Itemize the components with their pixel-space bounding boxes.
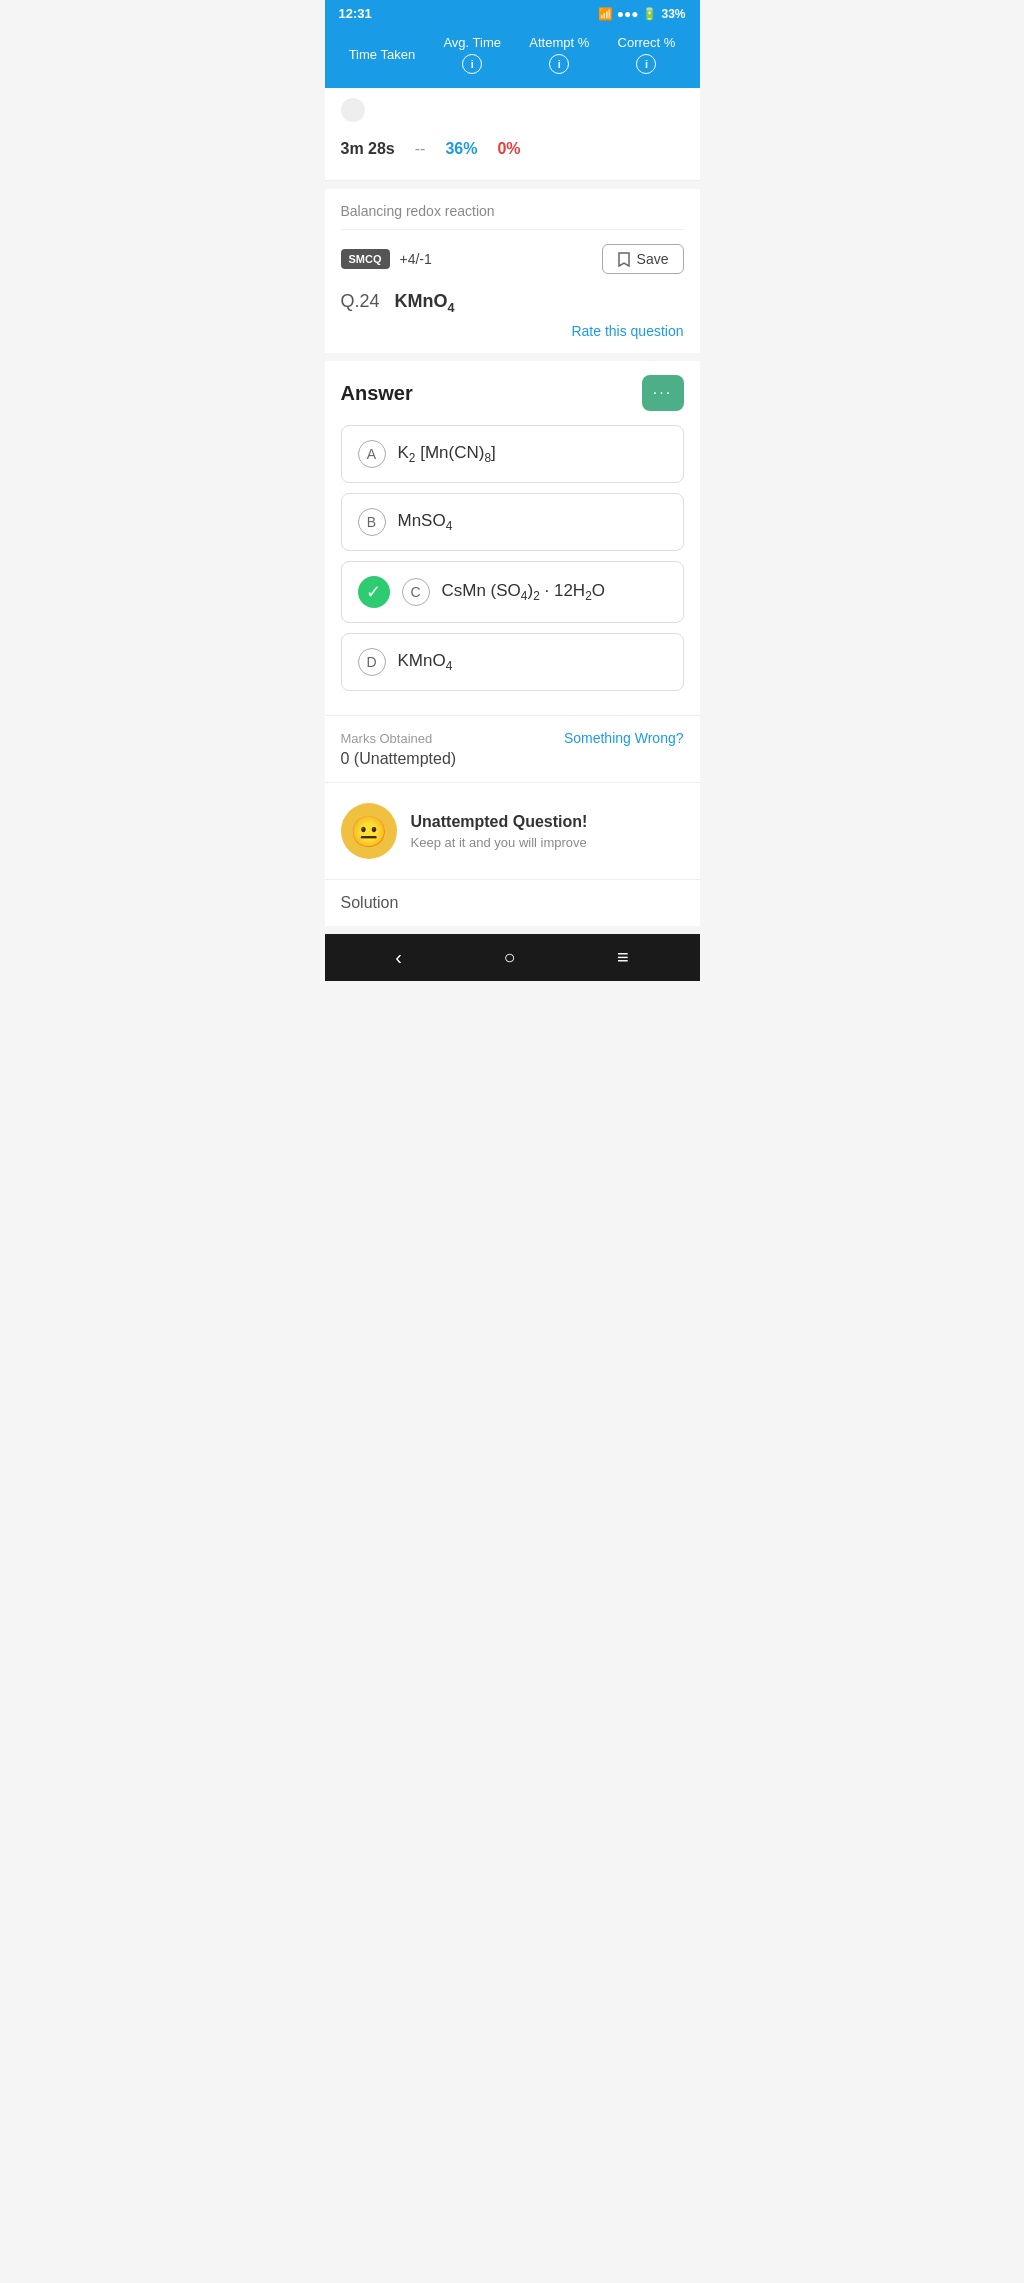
nav-menu-button[interactable]: ≡: [617, 946, 629, 969]
option-d-text: KMnO4: [398, 651, 453, 673]
marks-row: Marks Obtained Something Wrong?: [341, 730, 684, 746]
smcq-badge: SMCQ: [341, 249, 390, 269]
unattempted-title: Unattempted Question!: [411, 813, 588, 831]
nav-home-button[interactable]: ○: [503, 946, 515, 969]
rate-question-link[interactable]: Rate this question: [341, 323, 684, 339]
header-attempt: Attempt % i: [529, 35, 589, 74]
avg-time-label: Avg. Time: [443, 35, 501, 50]
unattempted-subtitle: Keep at it and you will improve: [411, 835, 588, 850]
topic-label: Balancing redox reaction: [341, 203, 684, 230]
solution-label: Solution: [341, 894, 399, 911]
option-c-circle: C: [402, 578, 430, 606]
question-text: Q.24 KMnO4: [341, 288, 684, 317]
marks-section: Marks Obtained Something Wrong? 0 (Unatt…: [325, 715, 700, 782]
signal-icon: ●●●: [617, 7, 639, 21]
option-b[interactable]: B MnSO4: [341, 493, 684, 551]
stats-row-card: 3m 28s -- 36% 0%: [325, 122, 700, 181]
header-avg-time: Avg. Time i: [443, 35, 501, 74]
bookmark-icon: [617, 251, 631, 267]
header-correct: Correct % i: [618, 35, 676, 74]
correct-check-icon: ✓: [358, 576, 390, 608]
nav-bar: ‹ ○ ≡: [325, 934, 700, 981]
battery-percent: 33%: [661, 7, 685, 21]
question-meta-left: SMCQ +4/-1: [341, 249, 432, 269]
option-b-text: MnSO4: [398, 511, 453, 533]
status-icons: 📶 ●●● 🔋 33%: [598, 7, 686, 21]
attempt-label: Attempt %: [529, 35, 589, 50]
correct-info[interactable]: i: [636, 54, 656, 74]
option-d[interactable]: D KMnO4: [341, 633, 684, 691]
unattempted-text: Unattempted Question! Keep at it and you…: [411, 813, 588, 850]
answer-section: Answer ··· A K2 [Mn(CN)8] B MnSO4 ✓ C Cs…: [325, 361, 700, 715]
option-b-circle: B: [358, 508, 386, 536]
stat-avg-value: --: [415, 140, 426, 158]
question-number: Q.24: [341, 291, 380, 311]
status-time: 12:31: [339, 6, 372, 21]
more-options-button[interactable]: ···: [642, 375, 684, 411]
something-wrong-link[interactable]: Something Wrong?: [564, 730, 684, 746]
question-section: Balancing redox reaction SMCQ +4/-1 Save…: [325, 189, 700, 353]
stat-attempt-value: 36%: [445, 140, 477, 158]
avg-time-info[interactable]: i: [462, 54, 482, 74]
time-taken-label: Time Taken: [349, 47, 415, 62]
option-c[interactable]: ✓ C CsMn (SO4)2 · 12H2O: [341, 561, 684, 623]
battery-icon: 🔋: [642, 7, 657, 21]
answer-title: Answer: [341, 382, 413, 405]
correct-label: Correct %: [618, 35, 676, 50]
status-bar: 12:31 📶 ●●● 🔋 33%: [325, 0, 700, 27]
option-a-circle: A: [358, 440, 386, 468]
marks-text: +4/-1: [400, 251, 432, 267]
option-c-text: CsMn (SO4)2 · 12H2O: [442, 581, 605, 603]
stats-header: Time Taken Avg. Time i Attempt % i Corre…: [325, 27, 700, 88]
option-a-text: K2 [Mn(CN)8]: [398, 443, 496, 465]
unattempted-emoji: 😐: [341, 803, 397, 859]
save-button[interactable]: Save: [602, 244, 684, 274]
wifi-icon: 📶: [598, 7, 613, 21]
partial-question-header: [325, 88, 700, 122]
question-meta: SMCQ +4/-1 Save: [341, 244, 684, 274]
stat-time-value: 3m 28s: [341, 140, 395, 158]
nav-back-button[interactable]: ‹: [395, 946, 402, 969]
marks-label: Marks Obtained: [341, 731, 433, 746]
more-dots-icon: ···: [653, 384, 672, 402]
option-a[interactable]: A K2 [Mn(CN)8]: [341, 425, 684, 483]
attempt-info[interactable]: i: [549, 54, 569, 74]
question-circle-icon: [341, 98, 365, 122]
answer-header: Answer ···: [341, 375, 684, 411]
marks-value: 0 (Unattempted): [341, 750, 457, 767]
option-d-circle: D: [358, 648, 386, 676]
question-formula: KMnO4: [395, 291, 455, 311]
stat-correct-value: 0%: [497, 140, 520, 158]
header-time-taken: Time Taken: [349, 47, 415, 62]
save-label: Save: [637, 251, 669, 267]
solution-section: Solution: [325, 879, 700, 926]
unattempted-section: 😐 Unattempted Question! Keep at it and y…: [325, 782, 700, 879]
